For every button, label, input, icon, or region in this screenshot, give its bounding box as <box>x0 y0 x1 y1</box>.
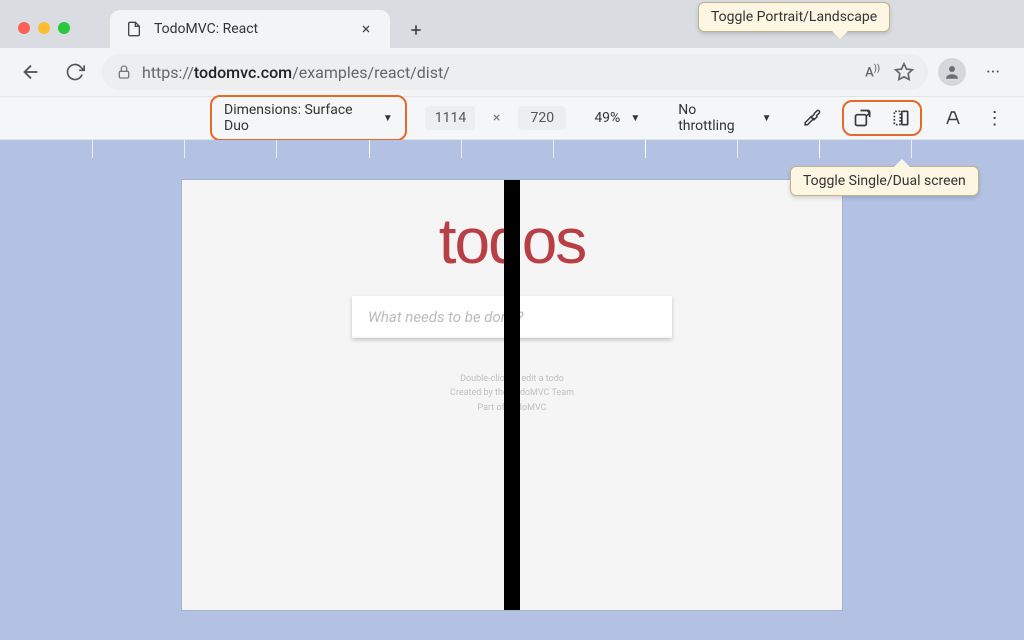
address-bar[interactable]: https://todomvc.com/examples/react/dist/… <box>102 54 928 90</box>
url-prefix: https:// <box>142 63 194 82</box>
dimension-separator: × <box>493 110 500 126</box>
eyedropper-icon[interactable] <box>800 105 825 131</box>
tooltip-single-dual: Toggle Single/Dual screen <box>790 166 979 196</box>
window-zoom-dot[interactable] <box>58 22 70 34</box>
profile-avatar[interactable] <box>938 58 966 86</box>
url-path: /examples/react/dist/ <box>292 63 450 82</box>
window-close-dot[interactable] <box>18 22 30 34</box>
throttling-dropdown[interactable]: No throttling ▼ <box>668 98 781 138</box>
height-input[interactable]: 720 <box>518 106 566 130</box>
dimensions-label: Dimensions: Surface Duo <box>224 102 373 134</box>
chevron-down-icon: ▼ <box>630 113 640 124</box>
device-toolbar-more-icon[interactable]: ⋮ <box>983 105 1008 131</box>
tooltip-portrait-landscape: Toggle Portrait/Landscape <box>698 2 890 32</box>
browser-tab[interactable]: TodoMVC: React <box>110 10 390 48</box>
reload-button[interactable] <box>58 55 92 89</box>
more-menu-button[interactable]: ··· <box>976 55 1010 89</box>
device-posture-icon[interactable] <box>940 105 965 131</box>
width-input[interactable]: 1114 <box>425 106 475 130</box>
tab-title: TodoMVC: React <box>154 21 346 37</box>
window-controls <box>10 22 80 48</box>
url-host: todomvc.com <box>194 63 292 82</box>
device-emulation-toolbar: Dimensions: Surface Duo ▼ 1114 × 720 49%… <box>0 96 1024 140</box>
emulated-device-frame: todos What needs to be done? Double-clic… <box>182 180 842 610</box>
throttling-value: No throttling <box>678 102 751 134</box>
window-minimize-dot[interactable] <box>38 22 50 34</box>
device-hinge <box>504 180 520 610</box>
back-button[interactable] <box>14 55 48 89</box>
page-icon <box>124 19 144 39</box>
zoom-value: 49% <box>594 110 620 126</box>
chevron-down-icon: ▼ <box>383 113 393 124</box>
rotate-orientation-icon[interactable] <box>850 105 876 131</box>
new-tab-button[interactable] <box>406 20 426 40</box>
address-bar-row: https://todomvc.com/examples/react/dist/… <box>0 48 1024 96</box>
dimensions-dropdown[interactable]: Dimensions: Surface Duo ▼ <box>210 95 407 141</box>
dual-screen-icon[interactable] <box>888 105 914 131</box>
chevron-down-icon: ▼ <box>762 113 772 124</box>
device-viewport: todos What needs to be done? Double-clic… <box>0 158 1024 640</box>
url-text: https://todomvc.com/examples/react/dist/ <box>142 63 450 82</box>
responsive-ruler[interactable] <box>0 140 1024 158</box>
lock-icon <box>116 64 132 80</box>
read-aloud-icon[interactable]: A)) <box>865 64 880 80</box>
close-tab-icon[interactable] <box>356 19 376 39</box>
zoom-dropdown[interactable]: 49% ▼ <box>584 106 650 130</box>
orientation-controls-group <box>842 100 922 136</box>
favorite-icon[interactable] <box>894 62 914 82</box>
